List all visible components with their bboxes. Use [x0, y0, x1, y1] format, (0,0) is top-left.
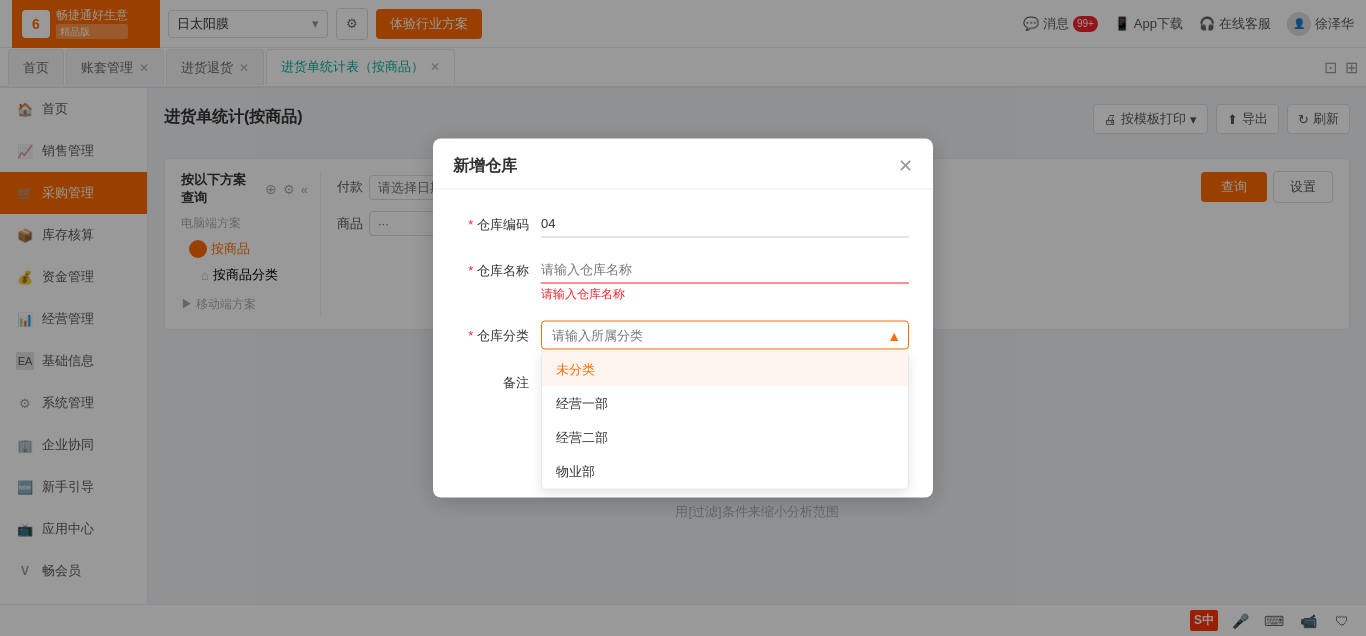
category-select-wrapper: ▲ 未分类 经营一部 经营二部 物业部 — [541, 321, 909, 350]
name-input[interactable] — [541, 256, 909, 284]
form-row-category: 仓库分类 ▲ 未分类 经营一部 经营二部 物业部 — [457, 321, 909, 350]
new-warehouse-modal: 新增仓库 ✕ 仓库编码 仓库名称 请输入仓库名称 仓库分类 ▲ — [433, 139, 933, 498]
dropdown-item-3[interactable]: 物业部 — [542, 455, 908, 489]
category-label: 仓库分类 — [457, 321, 529, 345]
modal-header: 新增仓库 ✕ — [433, 139, 933, 190]
form-row-code: 仓库编码 — [457, 210, 909, 238]
dropdown-item-0[interactable]: 未分类 — [542, 353, 908, 387]
modal-body: 仓库编码 仓库名称 请输入仓库名称 仓库分类 ▲ 未分类 经营一 — [433, 190, 933, 438]
dropdown-item-2[interactable]: 经营二部 — [542, 421, 908, 455]
code-label: 仓库编码 — [457, 210, 529, 234]
modal-title: 新增仓库 — [453, 155, 517, 176]
name-label: 仓库名称 — [457, 256, 529, 280]
modal-close-button[interactable]: ✕ — [898, 155, 913, 177]
dropdown-item-1[interactable]: 经营一部 — [542, 387, 908, 421]
category-dropdown: 未分类 经营一部 经营二部 物业部 — [541, 352, 909, 490]
note-label: 备注 — [457, 368, 529, 392]
form-row-name: 仓库名称 请输入仓库名称 — [457, 256, 909, 303]
name-error-msg: 请输入仓库名称 — [541, 286, 909, 303]
category-input[interactable] — [541, 321, 909, 350]
code-input[interactable] — [541, 210, 909, 238]
